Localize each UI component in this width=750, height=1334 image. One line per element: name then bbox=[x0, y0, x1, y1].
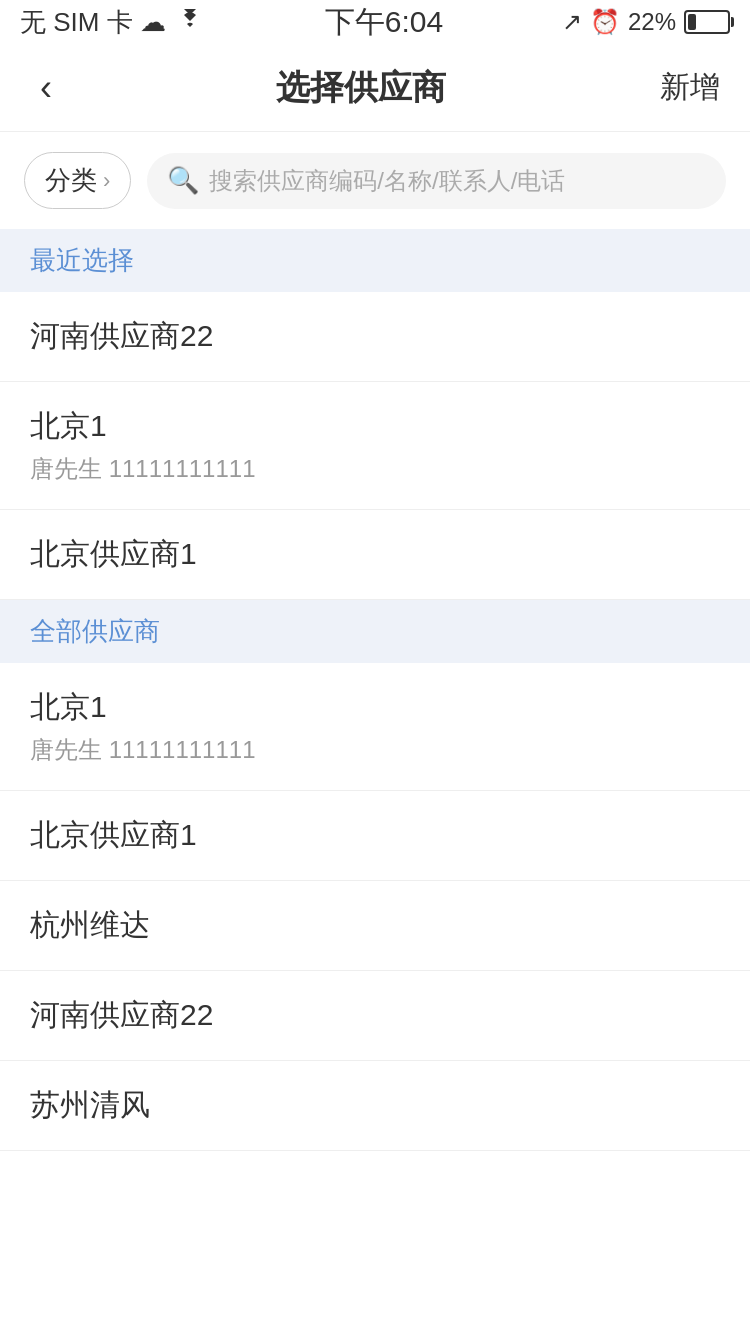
status-time: 下午6:04 bbox=[325, 2, 443, 43]
item-name: 北京供应商1 bbox=[30, 815, 720, 856]
battery-icon bbox=[684, 10, 730, 34]
location-icon: ↗ bbox=[562, 8, 582, 36]
list-item[interactable]: 北京1 唐先生 11111111111 bbox=[0, 382, 750, 510]
item-name: 北京1 bbox=[30, 687, 720, 728]
nav-bar: ‹ 选择供应商 新增 bbox=[0, 44, 750, 132]
alarm-icon: ⏰ bbox=[590, 8, 620, 36]
recent-items-list: 河南供应商22 北京1 唐先生 11111111111 北京供应商1 bbox=[0, 292, 750, 600]
search-box[interactable]: 🔍 搜索供应商编码/名称/联系人/电话 bbox=[147, 153, 726, 209]
list-item[interactable]: 北京1 唐先生 11111111111 bbox=[0, 663, 750, 791]
item-contact: 唐先生 11111111111 bbox=[30, 734, 720, 766]
list-item[interactable]: 杭州维达 bbox=[0, 881, 750, 971]
back-button[interactable]: ‹ bbox=[30, 57, 62, 119]
list-item[interactable]: 河南供应商22 bbox=[0, 971, 750, 1061]
wifi-icon bbox=[174, 7, 206, 38]
item-name: 河南供应商22 bbox=[30, 995, 720, 1036]
all-section-header: 全部供应商 bbox=[0, 600, 750, 663]
category-filter[interactable]: 分类 › bbox=[24, 152, 131, 209]
item-name: 北京供应商1 bbox=[30, 534, 720, 575]
status-bar: 无 SIM 卡 ☁ 下午6:04 ↗ ⏰ 22% bbox=[0, 0, 750, 44]
sim-status: 无 SIM 卡 ☁ bbox=[20, 5, 166, 40]
recent-section-header: 最近选择 bbox=[0, 229, 750, 292]
list-item[interactable]: 北京供应商1 bbox=[0, 510, 750, 600]
list-item[interactable]: 河南供应商22 bbox=[0, 292, 750, 382]
search-icon: 🔍 bbox=[167, 165, 199, 196]
chevron-right-icon: › bbox=[103, 168, 110, 194]
filter-bar: 分类 › 🔍 搜索供应商编码/名称/联系人/电话 bbox=[0, 132, 750, 229]
list-item[interactable]: 北京供应商1 bbox=[0, 791, 750, 881]
all-items-list: 北京1 唐先生 11111111111 北京供应商1 杭州维达河南供应商22 苏州清风 bbox=[0, 663, 750, 1151]
search-placeholder: 搜索供应商编码/名称/联系人/电话 bbox=[209, 165, 565, 197]
status-right: ↗ ⏰ 22% bbox=[562, 8, 730, 36]
item-name: 杭州维达 bbox=[30, 905, 720, 946]
status-left: 无 SIM 卡 ☁ bbox=[20, 5, 206, 40]
item-contact: 唐先生 11111111111 bbox=[30, 453, 720, 485]
item-name: 河南供应商22 bbox=[30, 316, 720, 357]
list-item[interactable]: 苏州清风 bbox=[0, 1061, 750, 1151]
add-button[interactable]: 新增 bbox=[660, 67, 720, 108]
page-title: 选择供应商 bbox=[276, 65, 446, 111]
battery-percent: 22% bbox=[628, 8, 676, 36]
category-label: 分类 bbox=[45, 163, 97, 198]
item-name: 苏州清风 bbox=[30, 1085, 720, 1126]
item-name: 北京1 bbox=[30, 406, 720, 447]
